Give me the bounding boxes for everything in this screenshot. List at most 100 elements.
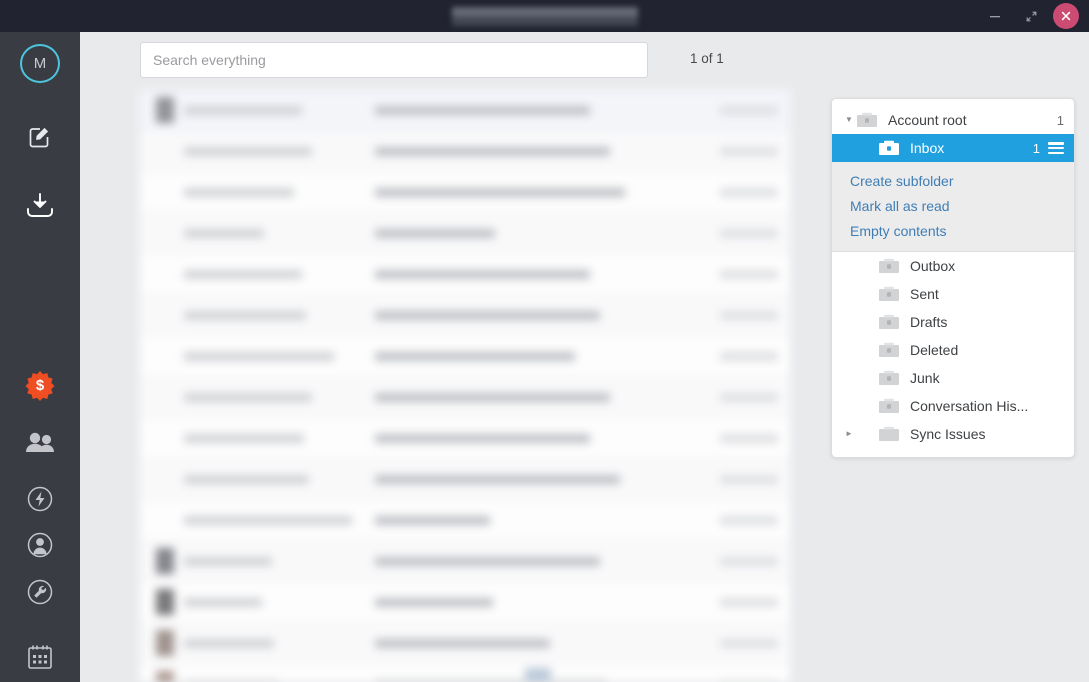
- folder-lock-icon: [878, 258, 900, 274]
- folder-row-outbox[interactable]: Outbox: [832, 252, 1074, 280]
- email-list-row[interactable]: [140, 90, 790, 131]
- folder-lock-icon: [856, 112, 878, 128]
- row-avatar: [156, 179, 174, 205]
- folder-row-drafts[interactable]: Drafts: [832, 308, 1074, 336]
- inbox-icon[interactable]: [14, 180, 66, 231]
- person-icon[interactable]: [14, 520, 66, 571]
- list-scroll-indicator: [525, 668, 551, 682]
- folder-lock-icon: [878, 370, 900, 386]
- avatar[interactable]: M: [20, 44, 60, 84]
- row-date: [720, 515, 778, 525]
- search-input[interactable]: [140, 42, 648, 78]
- calendar-icon[interactable]: [14, 631, 66, 682]
- folder-label: Junk: [910, 370, 940, 386]
- email-list-row[interactable]: [140, 459, 790, 500]
- folder-tree-panel[interactable]: ▼ Account root 1 Inbox 1 Create subfolde…: [831, 98, 1075, 458]
- contacts-icon[interactable]: [14, 417, 66, 468]
- folder-lock-icon: [878, 140, 900, 156]
- empty-contents-item[interactable]: Empty contents: [832, 218, 1074, 243]
- row-avatar: [156, 466, 174, 492]
- row-date: [720, 351, 778, 361]
- row-date: [720, 597, 778, 607]
- row-avatar: [156, 630, 174, 656]
- window-title-redacted: [451, 6, 638, 26]
- folder-row-deleted[interactable]: Deleted: [832, 336, 1074, 364]
- email-list-row[interactable]: [140, 377, 790, 418]
- folder-context-menu[interactable]: Create subfolder Mark all as read Empty co…: [832, 162, 1074, 252]
- dollar-badge-icon[interactable]: $: [14, 360, 66, 411]
- folder-label: Drafts: [910, 314, 948, 330]
- row-avatar: [156, 384, 174, 410]
- row-date: [720, 105, 778, 115]
- email-list-row[interactable]: [140, 336, 790, 377]
- title-bar: [0, 0, 1089, 32]
- dollar-glyph: $: [35, 377, 45, 395]
- folder-label: Sync Issues: [910, 426, 986, 442]
- email-list-row[interactable]: [140, 582, 790, 623]
- row-sender: [184, 228, 264, 238]
- row-avatar: [156, 302, 174, 328]
- folder-row-sent[interactable]: Sent: [832, 280, 1074, 308]
- restore-icon[interactable]: [1017, 2, 1045, 30]
- row-subject: [375, 228, 495, 238]
- email-list-row[interactable]: [140, 295, 790, 336]
- app-window: M $ Search everything 1 of 1 ▼ Account r…: [0, 0, 1089, 682]
- wrench-icon[interactable]: [14, 567, 66, 618]
- folder-label: Account root: [888, 112, 967, 128]
- folder-row-account-root[interactable]: ▼ Account root 1: [832, 106, 1074, 134]
- email-list-row[interactable]: [140, 131, 790, 172]
- email-list-row[interactable]: [140, 664, 790, 682]
- folder-row-sync-issues[interactable]: ► Sync Issues: [832, 420, 1074, 448]
- folder-row-junk[interactable]: Junk: [832, 364, 1074, 392]
- row-date: [720, 556, 778, 566]
- email-list-row[interactable]: [140, 541, 790, 582]
- bolt-icon[interactable]: [14, 474, 66, 525]
- row-sender: [184, 351, 334, 361]
- folder-lock-icon: [878, 286, 900, 302]
- email-list[interactable]: [140, 90, 790, 682]
- folder-list[interactable]: Outbox Sent Drafts Deleted Junk Conversation …: [832, 252, 1074, 448]
- folder-lock-icon: [878, 342, 900, 358]
- chevron-right-icon[interactable]: ►: [842, 430, 856, 438]
- row-sender: [184, 638, 274, 648]
- folder-label: Sent: [910, 286, 939, 302]
- main-area: 1 of 1 ▼ Account root 1: [80, 32, 1089, 682]
- email-list-row[interactable]: [140, 213, 790, 254]
- folder-count: 1: [1032, 140, 1040, 156]
- folder-row-inbox[interactable]: Inbox 1: [832, 134, 1074, 162]
- chevron-down-icon[interactable]: ▼: [842, 116, 856, 124]
- create-subfolder-item[interactable]: Create subfolder: [832, 168, 1074, 193]
- row-date: [720, 310, 778, 320]
- row-avatar: [156, 343, 174, 369]
- row-sender: [184, 105, 302, 115]
- folder-lock-icon: [878, 314, 900, 330]
- top-bar: 1 of 1: [80, 32, 1089, 90]
- avatar-initial: M: [33, 55, 47, 73]
- compose-icon[interactable]: [14, 111, 66, 162]
- minimize-icon[interactable]: [981, 2, 1009, 30]
- email-list-row[interactable]: [140, 418, 790, 459]
- row-sender: [184, 556, 272, 566]
- folder-label: Outbox: [910, 258, 956, 274]
- row-sender: [184, 146, 312, 156]
- folder-label: Inbox: [910, 140, 945, 156]
- row-sender: [184, 392, 312, 402]
- folder-row-conversation-his[interactable]: Conversation His...: [832, 392, 1074, 420]
- row-avatar: [156, 589, 174, 615]
- row-sender: [184, 474, 309, 484]
- row-date: [720, 392, 778, 402]
- email-list-row[interactable]: [140, 254, 790, 295]
- email-list-row[interactable]: [140, 172, 790, 213]
- row-sender: [184, 269, 302, 279]
- row-sender: [184, 187, 294, 197]
- email-list-row[interactable]: [140, 623, 790, 664]
- hamburger-icon[interactable]: [1048, 142, 1064, 154]
- row-date: [720, 187, 778, 197]
- row-date: [720, 228, 778, 238]
- row-subject: [375, 146, 610, 156]
- close-icon[interactable]: [1053, 3, 1079, 29]
- row-subject: [375, 187, 625, 197]
- email-list-row[interactable]: [140, 500, 790, 541]
- mark-all-as-read-item[interactable]: Mark all as read: [832, 193, 1074, 218]
- row-avatar: [156, 671, 174, 682]
